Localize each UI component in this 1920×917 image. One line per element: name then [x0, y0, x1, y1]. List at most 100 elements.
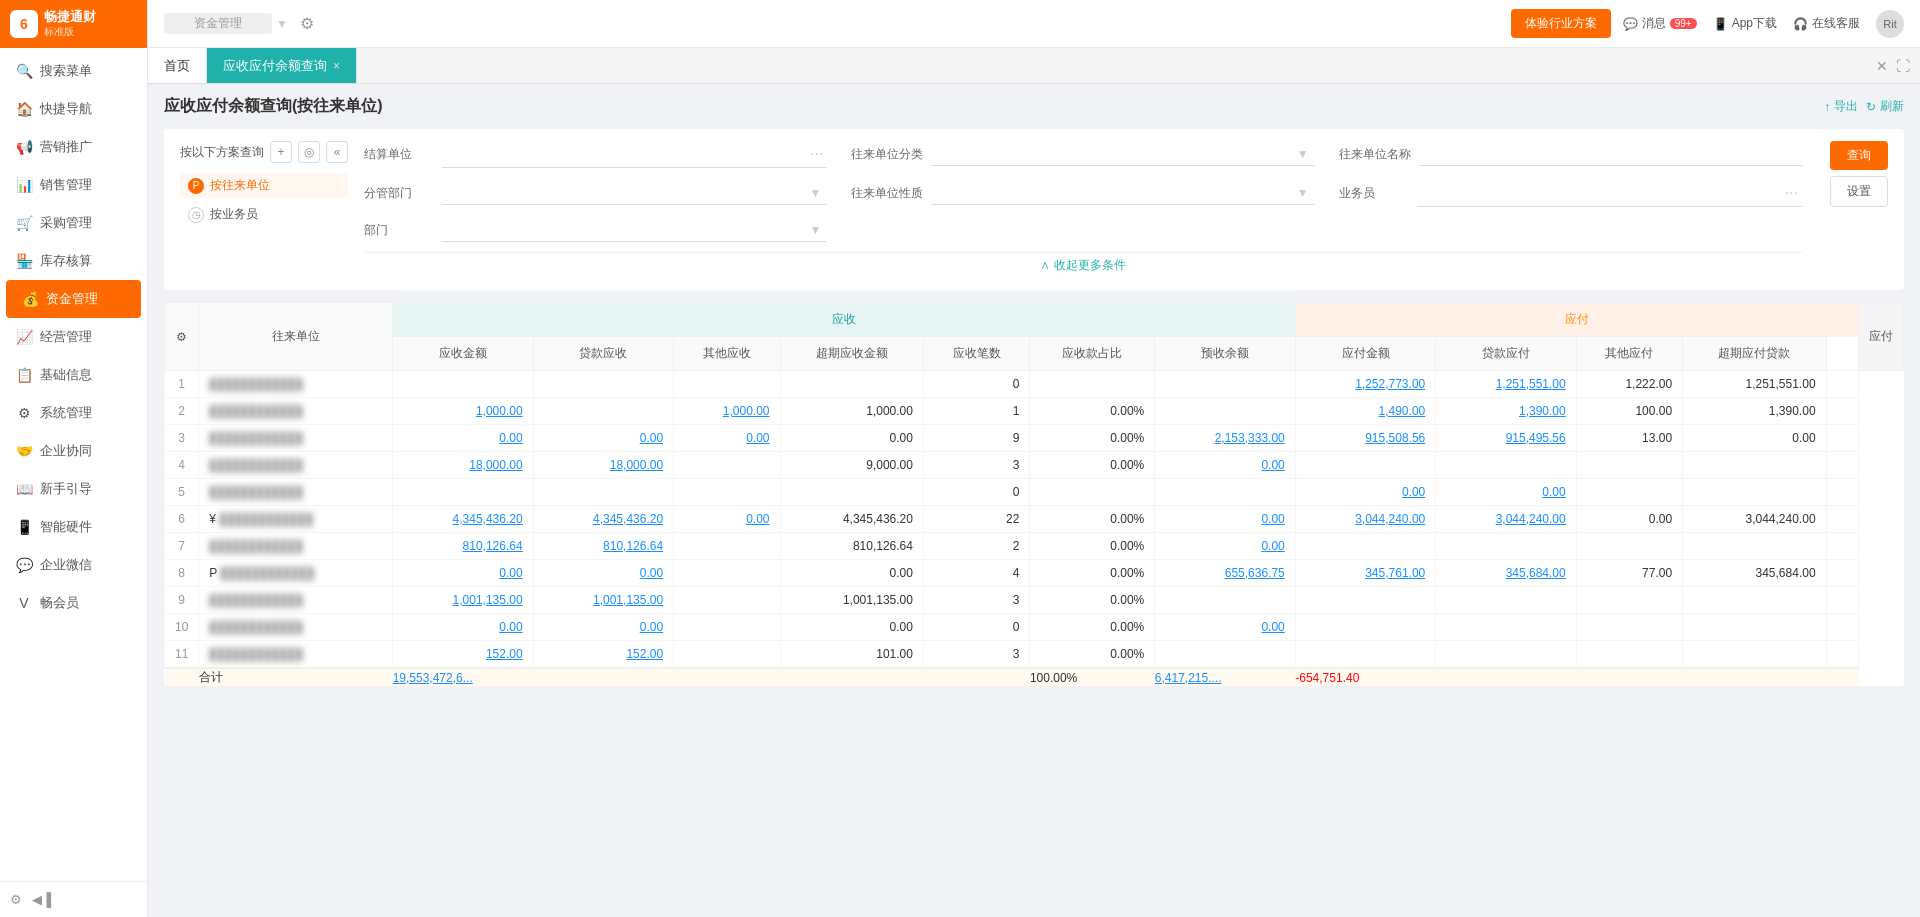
table-cell[interactable]: 3,044,240.00: [1436, 506, 1576, 533]
partner-name-cell: ████████████: [199, 533, 393, 560]
sidebar-item-智能硬件[interactable]: 📱智能硬件: [0, 508, 147, 546]
nature-select[interactable]: ▼: [931, 182, 1314, 205]
table-cell[interactable]: 0.00: [533, 560, 673, 587]
table-cell[interactable]: 1,252,773.00: [1295, 371, 1435, 398]
message-action[interactable]: 💬 消息 99+: [1623, 15, 1697, 32]
table-cell[interactable]: 152.00: [533, 641, 673, 669]
table-cell[interactable]: 0.00: [393, 425, 533, 452]
tab-close-icon[interactable]: ×: [333, 59, 340, 73]
category-select[interactable]: ▼: [931, 143, 1314, 166]
table-cell[interactable]: 0.00: [1155, 533, 1295, 560]
footer-ar-overdue: [780, 668, 923, 686]
sidebar-item-企业协同[interactable]: 🤝企业协同: [0, 432, 147, 470]
table-cell[interactable]: 810,126.64: [533, 533, 673, 560]
sidebar-item-新手引导[interactable]: 📖新手引导: [0, 470, 147, 508]
sidebar-item-资金管理[interactable]: 💰资金管理: [6, 280, 141, 318]
sidebar-item-系统管理[interactable]: ⚙系统管理: [0, 394, 147, 432]
table-cell[interactable]: 1,251,551.00: [1436, 371, 1576, 398]
topbar-settings-icon[interactable]: ⚙: [300, 14, 314, 33]
sidebar-item-畅会员[interactable]: V畅会员: [0, 584, 147, 622]
sidebar-item-经营管理[interactable]: 📈经营管理: [0, 318, 147, 356]
dept-select[interactable]: ▼: [442, 219, 827, 242]
table-cell[interactable]: 1,490.00: [1295, 398, 1435, 425]
sidebar-item-快捷导航[interactable]: 🏠快捷导航: [0, 90, 147, 128]
name-input[interactable]: [1419, 143, 1802, 166]
collapse-sidebar-btn[interactable]: ◀▐: [32, 892, 51, 907]
scheme-edit-btn[interactable]: ◎: [298, 141, 320, 163]
solution-button[interactable]: 体验行业方案: [1511, 9, 1611, 38]
scheme-add-btn[interactable]: +: [270, 141, 292, 163]
user-avatar[interactable]: Rit: [1876, 10, 1904, 38]
settlement-input[interactable]: [446, 143, 810, 165]
table-cell: [674, 533, 780, 560]
filter-option-partner[interactable]: P 按往来单位: [180, 173, 348, 198]
sidebar-item-搜索菜单[interactable]: 🔍搜索菜单: [0, 52, 147, 90]
refresh-button[interactable]: ↻ 刷新: [1866, 98, 1904, 115]
table-cell[interactable]: 0.00: [533, 425, 673, 452]
table-cell[interactable]: 0.00: [393, 614, 533, 641]
table-cell: 3: [923, 587, 1029, 614]
table-cell[interactable]: 1,390.00: [1436, 398, 1576, 425]
table-cell: 1,390.00: [1683, 398, 1826, 425]
sidebar-item-营销推广[interactable]: 📢营销推广: [0, 128, 147, 166]
sidebar-icon: 💬: [16, 557, 32, 573]
table-cell[interactable]: 0.00: [674, 425, 780, 452]
table-cell[interactable]: 1,001,135.00: [533, 587, 673, 614]
table-cell[interactable]: 0.00: [1436, 479, 1576, 506]
table-cell[interactable]: 345,684.00: [1436, 560, 1576, 587]
table-cell[interactable]: 0.00: [533, 614, 673, 641]
table-cell[interactable]: 1,000.00: [393, 398, 533, 425]
footer-ar-amount[interactable]: 19,553,472,6...: [393, 668, 533, 686]
sidebar-item-label: 营销推广: [40, 138, 92, 156]
table-cell[interactable]: 0.00: [1155, 452, 1295, 479]
table-cell[interactable]: 3,044,240.00: [1295, 506, 1435, 533]
table-cell[interactable]: 1,000.00: [674, 398, 780, 425]
table-cell[interactable]: 4,345,436.20: [533, 506, 673, 533]
table-cell[interactable]: 0.00: [1155, 506, 1295, 533]
table-cell: 3: [923, 641, 1029, 669]
tab-expand-icon[interactable]: ⛶: [1896, 58, 1910, 74]
table-cell[interactable]: 18,000.00: [533, 452, 673, 479]
sidebar-icon: 💰: [22, 291, 38, 307]
sidebar-item-企业微信[interactable]: 💬企业微信: [0, 546, 147, 584]
salesman-input[interactable]: [1421, 182, 1785, 204]
query-button[interactable]: 查询: [1830, 141, 1888, 170]
table-cell[interactable]: 152.00: [393, 641, 533, 669]
table-cell[interactable]: 2,153,333.00: [1155, 425, 1295, 452]
partner-name-cell: ████████████: [199, 587, 393, 614]
settings-button[interactable]: 设置: [1830, 176, 1888, 207]
table-cell[interactable]: 0.00: [393, 560, 533, 587]
export-button[interactable]: ↑ 导出: [1824, 98, 1858, 115]
table-cell[interactable]: 4,345,436.20: [393, 506, 533, 533]
tab-home[interactable]: 首页: [148, 48, 207, 83]
table-cell[interactable]: 0.00: [1155, 614, 1295, 641]
sidebar-item-基础信息[interactable]: 📋基础信息: [0, 356, 147, 394]
table-cell[interactable]: 655,636.75: [1155, 560, 1295, 587]
collapse-bar[interactable]: ∧ 收起更多条件: [364, 252, 1802, 278]
service-action[interactable]: 🎧 在线客服: [1793, 15, 1860, 32]
table-cell[interactable]: 810,126.64: [393, 533, 533, 560]
table-cell[interactable]: 18,000.00: [393, 452, 533, 479]
download-action[interactable]: 📱 App下载: [1713, 15, 1777, 32]
filter-field-settlement: 结算单位 ···: [364, 141, 827, 168]
table-cell[interactable]: 915,495.56: [1436, 425, 1576, 452]
table-cell[interactable]: 915,508.56: [1295, 425, 1435, 452]
table-cell: 0.00: [1576, 506, 1682, 533]
settlement-dots-icon[interactable]: ···: [810, 145, 823, 163]
dept-manager-select[interactable]: ▼: [442, 182, 827, 205]
table-cell[interactable]: 0.00: [1295, 479, 1435, 506]
settings-footer-icon[interactable]: ⚙: [10, 892, 22, 907]
sidebar-item-库存核算[interactable]: 🏪库存核算: [0, 242, 147, 280]
salesman-dots-icon[interactable]: ···: [1785, 184, 1798, 202]
tab-query[interactable]: 应收应付余额查询 ×: [207, 48, 357, 83]
col-settings-icon[interactable]: ⚙: [165, 303, 199, 371]
table-cell[interactable]: 0.00: [674, 506, 780, 533]
sidebar-item-采购管理[interactable]: 🛒采购管理: [0, 204, 147, 242]
tab-close-window-icon[interactable]: ✕: [1876, 58, 1888, 74]
table-cell[interactable]: 345,761.00: [1295, 560, 1435, 587]
scheme-collapse-btn[interactable]: «: [326, 141, 348, 163]
footer-ar-prepay[interactable]: 6,417,215....: [1155, 668, 1295, 686]
table-cell[interactable]: 1,001,135.00: [393, 587, 533, 614]
filter-option-salesman[interactable]: ◷ 按业务员: [180, 202, 348, 227]
sidebar-item-销售管理[interactable]: 📊销售管理: [0, 166, 147, 204]
